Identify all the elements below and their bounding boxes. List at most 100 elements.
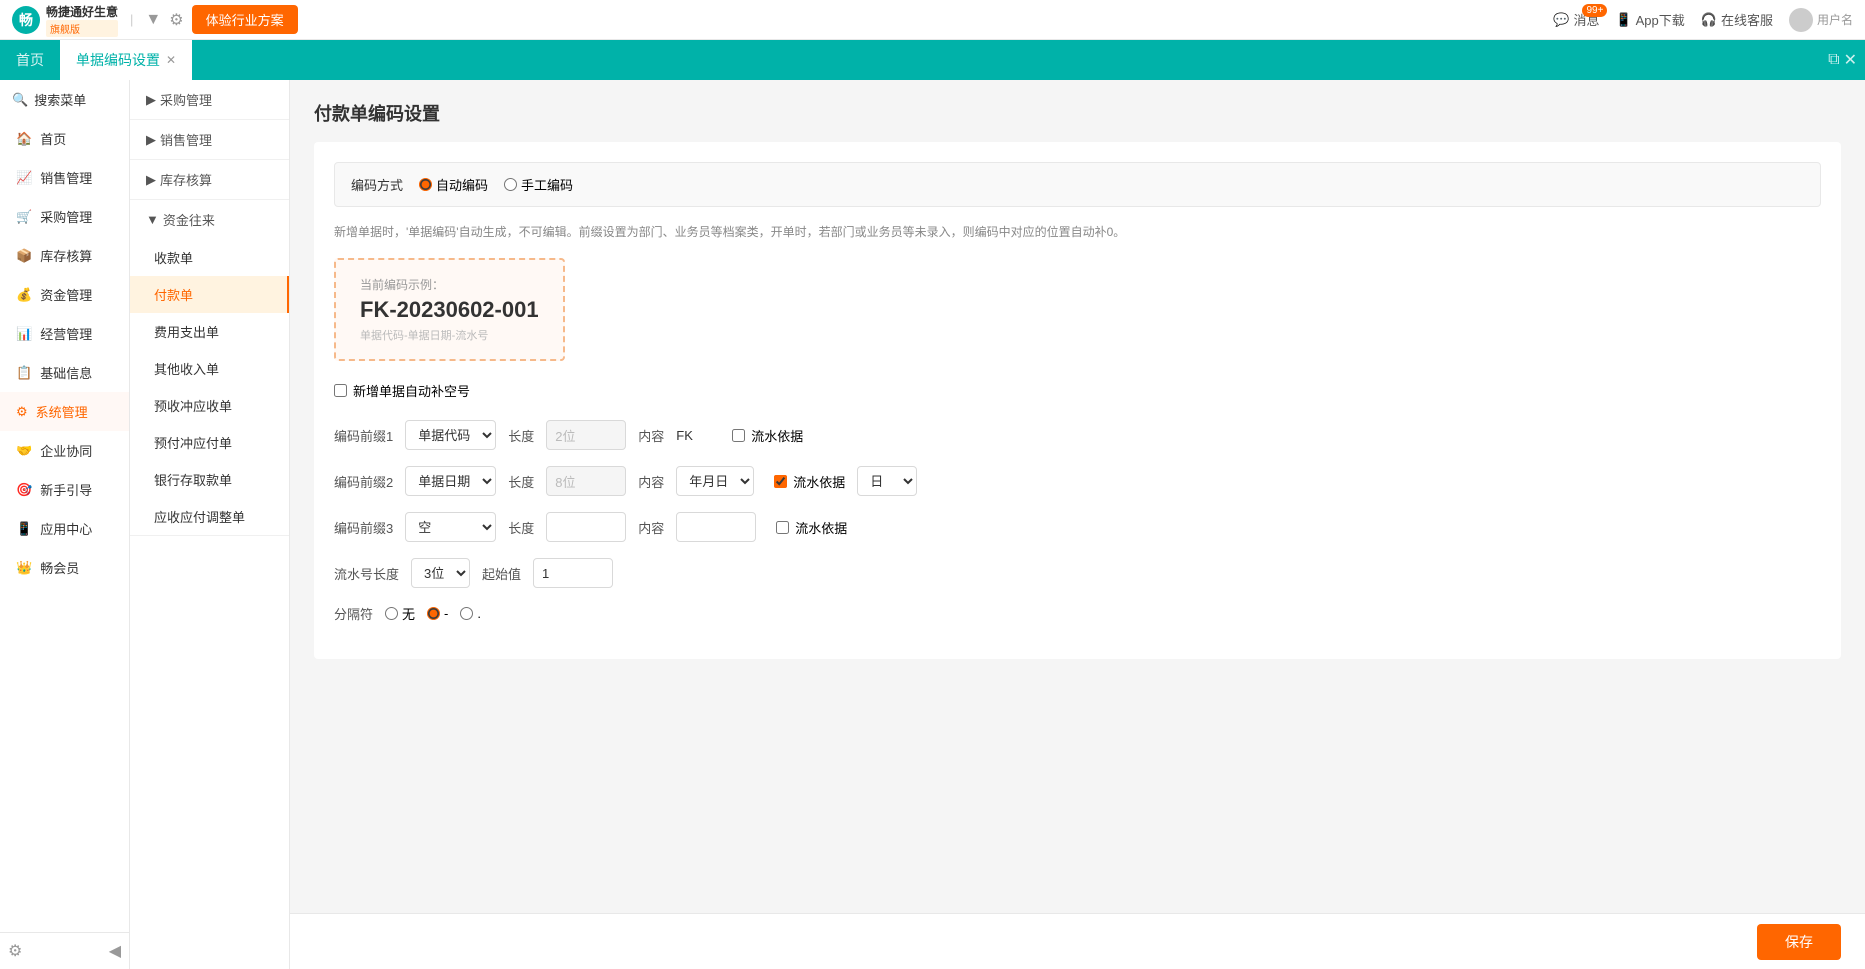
content1-value: FK (676, 428, 712, 443)
sidebar-item-sales[interactable]: 📈 销售管理 (0, 158, 129, 197)
sidebar-item-home[interactable]: 🏠 首页 (0, 119, 129, 158)
sep-none-label: 无 (402, 604, 415, 623)
serial-check-1-input[interactable] (732, 429, 745, 442)
app-download-btn[interactable]: 📱 App下载 (1615, 10, 1684, 29)
inventory-icon: 📦 (16, 248, 32, 264)
serial-check-3[interactable]: 流水依据 (776, 518, 847, 537)
messages-btn[interactable]: 💬 消息 99+ (1553, 10, 1599, 29)
online-service-btn[interactable]: 🎧 在线客服 (1701, 10, 1773, 29)
prefix1-select[interactable]: 单据代码 单据日期 空 (405, 420, 496, 450)
sidebar-item-system[interactable]: ⚙ 系统管理 (0, 392, 129, 431)
sub-sidebar: ▶ 采购管理 ▶ 销售管理 ▶ 库存核算 ▼ 资金往来 收款单 付款单 费用支出… (130, 80, 290, 969)
experience-btn[interactable]: 体验行业方案 (192, 5, 298, 34)
sub-group-capital-label: 资金往来 (163, 210, 215, 229)
radio-manual[interactable]: 手工编码 (504, 175, 573, 194)
sub-group-capital-title[interactable]: ▼ 资金往来 (130, 200, 289, 239)
save-button[interactable]: 保存 (1757, 924, 1841, 960)
page-title: 付款单编码设置 (314, 100, 1841, 126)
sub-item-adjustment[interactable]: 应收应付调整单 (130, 498, 289, 535)
sub-item-bank[interactable]: 银行存取款单 (130, 461, 289, 498)
serial-length-select[interactable]: 3位 4位 5位 6位 (411, 558, 470, 588)
content2-select[interactable]: 年月日 年月 年 (676, 466, 754, 496)
topbar-left: 畅 畅捷通好生意 旗舰版 | ▼ ⚙ 体验行业方案 (12, 3, 298, 37)
sidebar-item-management[interactable]: 📊 经营管理 (0, 314, 129, 353)
sidebar-app-label: 应用中心 (40, 519, 92, 538)
sep-dash-input[interactable] (427, 607, 440, 620)
start-value-input[interactable] (533, 558, 613, 588)
auto-fill-checkbox[interactable]: 新增单据自动补空号 (334, 381, 470, 400)
enterprise-icon: 🤝 (16, 443, 32, 459)
window-restore-icon[interactable]: ⧉ (1828, 51, 1839, 69)
sidebar-home-label: 首页 (40, 129, 66, 148)
sub-item-payment[interactable]: 付款单 (130, 276, 289, 313)
serial-check-3-input[interactable] (776, 521, 789, 534)
tab-encoding-settings[interactable]: 单据编码设置 ✕ (60, 40, 192, 80)
sidebar-guide-label: 新手引导 (40, 480, 92, 499)
preview-code: FK-20230602-001 (360, 297, 539, 323)
start-value-label: 起始值 (482, 564, 521, 583)
user-menu[interactable]: 用户名 (1789, 8, 1853, 32)
expand-icon: ▶ (146, 92, 156, 108)
sidebar-member-label: 畅会员 (40, 558, 79, 577)
sep-none[interactable]: 无 (385, 604, 415, 623)
logo-icon: 畅 (12, 6, 40, 34)
radio-auto-input[interactable] (419, 178, 432, 191)
length3-input[interactable] (546, 512, 626, 542)
sub-group-sales-title[interactable]: ▶ 销售管理 (130, 120, 289, 159)
sidebar-item-inventory[interactable]: 📦 库存核算 (0, 236, 129, 275)
dropdown-arrow-icon[interactable]: ▼ (145, 11, 161, 29)
system-icon: ⚙ (16, 404, 28, 420)
sub-item-expense[interactable]: 费用支出单 (130, 313, 289, 350)
sep-dot-input[interactable] (460, 607, 473, 620)
home-icon: 🏠 (16, 131, 32, 147)
sidebar-item-basic-info[interactable]: 📋 基础信息 (0, 353, 129, 392)
content3-input[interactable] (676, 512, 756, 542)
sub-item-prepay-receivable[interactable]: 预收冲应收单 (130, 387, 289, 424)
prefix2-select[interactable]: 单据日期 单据代码 空 (405, 466, 496, 496)
content3-label: 内容 (638, 518, 664, 537)
sub-item-other-income[interactable]: 其他收入单 (130, 350, 289, 387)
sidebar-item-member[interactable]: 👑 畅会员 (0, 548, 129, 587)
sep-dot[interactable]: . (460, 606, 481, 621)
topbar-right: 💬 消息 99+ 📱 App下载 🎧 在线客服 用户名 (1553, 8, 1853, 32)
sub-group-purchase-title[interactable]: ▶ 采购管理 (130, 80, 289, 119)
serial-unit-select[interactable]: 日 月 年 (857, 466, 917, 496)
radio-auto[interactable]: 自动编码 (419, 175, 488, 194)
sub-group-inventory-title[interactable]: ▶ 库存核算 (130, 160, 289, 199)
sidebar-item-enterprise[interactable]: 🤝 企业协同 (0, 431, 129, 470)
sidebar-item-search[interactable]: 🔍 搜索菜单 (0, 80, 129, 119)
prefix3-label: 编码前缀3 (334, 518, 393, 537)
sub-group-sales-label: 销售管理 (160, 130, 212, 149)
prefix3-select[interactable]: 空 单据代码 单据日期 (405, 512, 496, 542)
sidebar-settings-icon[interactable]: ⚙ (8, 941, 22, 961)
sidebar-item-app-center[interactable]: 📱 应用中心 (0, 509, 129, 548)
length2-input[interactable] (546, 466, 626, 496)
service-icon: 🎧 (1701, 12, 1717, 28)
serial-check-2[interactable]: 流水依据 (774, 472, 845, 491)
auto-fill-input[interactable] (334, 384, 347, 397)
sub-item-prepay-payable[interactable]: 预付冲应付单 (130, 424, 289, 461)
nav-tabs: 首页 单据编码设置 ✕ ⧉ ✕ (0, 40, 1865, 80)
sep-none-input[interactable] (385, 607, 398, 620)
sub-item-receipt[interactable]: 收款单 (130, 239, 289, 276)
sidebar-item-purchase[interactable]: 🛒 采购管理 (0, 197, 129, 236)
serial-check-1[interactable]: 流水依据 (732, 426, 803, 445)
app-logo: 畅 畅捷通好生意 旗舰版 (12, 3, 118, 37)
length1-input[interactable] (546, 420, 626, 450)
tab-close-icon[interactable]: ✕ (166, 53, 176, 67)
serial-check-2-input[interactable] (774, 475, 787, 488)
sidebar-collapse-icon[interactable]: ◀ (109, 941, 121, 961)
tab-home[interactable]: 首页 (0, 40, 60, 80)
form-row-3: 编码前缀3 空 单据代码 单据日期 长度 内容 流水依据 (334, 512, 1821, 542)
radio-manual-input[interactable] (504, 178, 517, 191)
prefix1-label: 编码前缀1 (334, 426, 393, 445)
logo-text-block: 畅捷通好生意 旗舰版 (46, 3, 118, 37)
bottom-bar: 保存 (290, 913, 1865, 969)
settings-icon[interactable]: ⚙ (169, 10, 183, 30)
sub-group-inventory-label: 库存核算 (160, 170, 212, 189)
sidebar-item-guide[interactable]: 🎯 新手引导 (0, 470, 129, 509)
sep-dot-label: . (477, 606, 481, 621)
window-close-icon[interactable]: ✕ (1844, 50, 1857, 70)
sep-dash[interactable]: - (427, 606, 448, 621)
sidebar-item-finance[interactable]: 💰 资金管理 (0, 275, 129, 314)
